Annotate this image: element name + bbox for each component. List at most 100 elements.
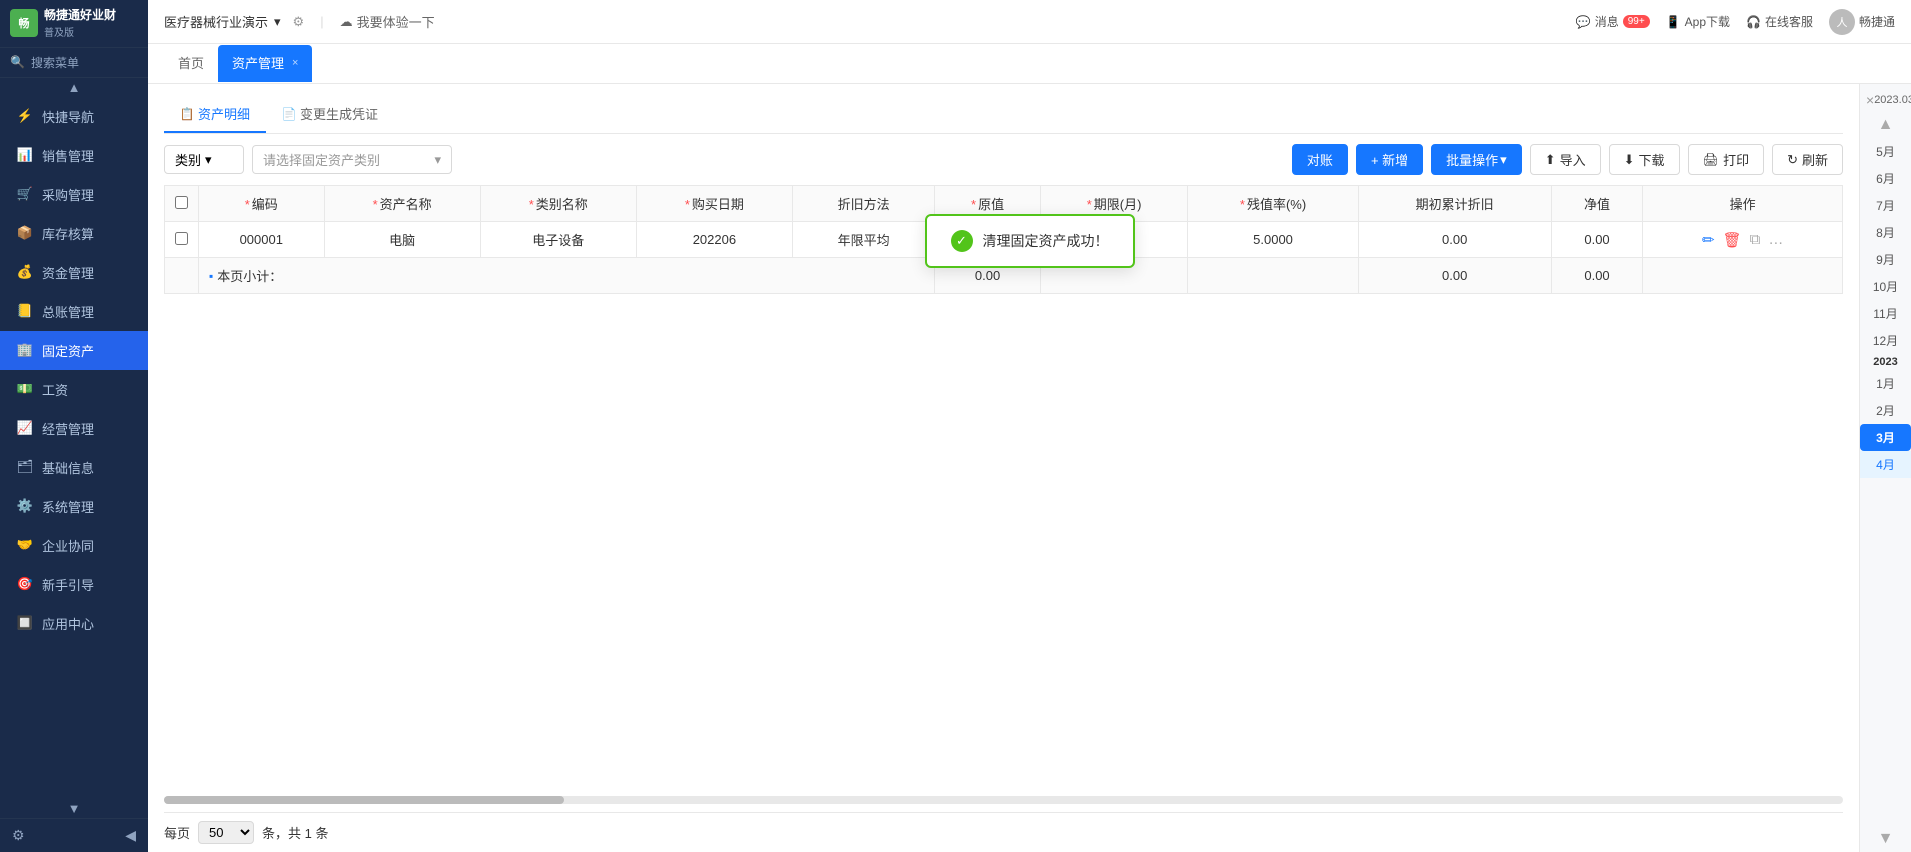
row-depreciation-method: 年限平均 — [792, 222, 934, 258]
sidebar-item-label: 库存核算 — [42, 224, 94, 243]
panel-month-3[interactable]: 3月 — [1860, 424, 1911, 451]
tab-asset-mgmt[interactable]: 资产管理 × — [218, 45, 312, 82]
tab-close-icon[interactable]: × — [292, 57, 298, 69]
app-title: 畅捷通好业财 — [44, 8, 116, 24]
sub-tab-asset-detail[interactable]: 📋 资产明细 — [164, 96, 266, 133]
panel-month-9[interactable]: 9月 — [1860, 246, 1911, 273]
header-checkbox[interactable] — [165, 186, 199, 222]
company-selector[interactable]: 医疗器械行业演示 ▾ — [164, 12, 281, 31]
message-icon: 💬 — [1576, 15, 1591, 29]
sidebar-item-sales[interactable]: 📊 销售管理 — [0, 136, 148, 175]
category-filter[interactable]: 类别 ▾ — [164, 145, 244, 174]
panel-scroll-up[interactable]: ▲ — [1874, 112, 1898, 138]
user-profile[interactable]: 人 畅捷通 — [1829, 9, 1895, 35]
messages-button[interactable]: 💬 消息 99+ — [1576, 13, 1650, 30]
collapse-icon[interactable]: ◀ — [125, 827, 136, 844]
panel-year-divider: 2023 — [1860, 354, 1911, 370]
avatar: 人 — [1829, 9, 1855, 35]
copy-icon[interactable]: ⧉ — [1750, 231, 1761, 248]
right-panel: × 2023.03 ⤢ ▲ 5月 6月 7月 8月 9月 10月 11月 12月… — [1859, 84, 1911, 852]
scroll-up-arrow[interactable]: ▲ — [0, 78, 148, 97]
sidebar-item-label: 快捷导航 — [42, 107, 94, 126]
scroll-down-arrow[interactable]: ▼ — [0, 799, 148, 818]
row-checkbox[interactable] — [175, 232, 188, 245]
sidebar-item-fund[interactable]: 💰 资金管理 — [0, 253, 148, 292]
sidebar-item-guide[interactable]: 🎯 新手引导 — [0, 565, 148, 604]
category-filter-label: 类别 — [175, 150, 201, 169]
settings-icon[interactable]: ⚙ — [12, 827, 25, 844]
panel-month-2[interactable]: 2月 — [1860, 397, 1911, 424]
tab-asset-mgmt-label: 资产管理 — [232, 53, 284, 72]
panel-scroll-down[interactable]: ▼ — [1874, 826, 1898, 852]
header-purchase-date: *购买日期 — [636, 186, 792, 222]
settings-gear-icon[interactable]: ⚙ — [293, 14, 305, 30]
app-title-wrap: 畅捷通好业财 普及版 — [44, 8, 116, 39]
main-area: 医疗器械行业演示 ▾ ⚙ | ☁ 我要体验一下 💬 消息 99+ 📱 App下载… — [148, 0, 1911, 852]
sidebar-nav: ⚡ 快捷导航 📊 销售管理 🛒 采购管理 📦 库存核算 💰 资金管理 📒 总账管… — [0, 97, 148, 799]
new-button[interactable]: + 新增 — [1356, 144, 1423, 175]
panel-close-button[interactable]: × — [1866, 92, 1874, 108]
more-icon[interactable]: … — [1768, 231, 1783, 248]
tab-home[interactable]: 首页 — [164, 45, 218, 82]
sidebar-item-system[interactable]: ⚙️ 系统管理 — [0, 487, 148, 526]
print-label: 打印 — [1723, 150, 1749, 169]
horizontal-scrollbar[interactable] — [164, 788, 1843, 812]
sales-icon: 📊 — [16, 146, 34, 164]
inventory-icon: 📦 — [16, 224, 34, 242]
asset-detail-tab-icon: 📋 — [180, 107, 194, 121]
delete-icon[interactable]: 🗑 — [1723, 231, 1742, 249]
trial-button[interactable]: ☁ 我要体验一下 — [340, 12, 435, 31]
sidebar-search[interactable]: 🔍 搜索菜单 — [0, 48, 148, 78]
batch-dropdown-icon: ▾ — [1500, 152, 1507, 168]
edit-icon[interactable]: ✏ — [1702, 231, 1715, 249]
refresh-button[interactable]: ↻ 刷新 — [1772, 144, 1843, 175]
batch-button[interactable]: 批量操作 ▾ — [1431, 144, 1522, 175]
sidebar-item-label: 工资 — [42, 380, 68, 399]
fund-icon: 💰 — [16, 263, 34, 281]
sidebar-item-operations[interactable]: 📈 经营管理 — [0, 409, 148, 448]
search-icon: 🔍 — [10, 55, 25, 69]
page-content: 📋 资产明细 📄 变更生成凭证 类别 ▾ 请选择固定资产类别 — [148, 84, 1859, 852]
sidebar-item-inventory[interactable]: 📦 库存核算 — [0, 214, 148, 253]
panel-month-8[interactable]: 8月 — [1860, 219, 1911, 246]
import-button[interactable]: ⬆ 导入 — [1530, 144, 1601, 175]
panel-month-1[interactable]: 1月 — [1860, 370, 1911, 397]
panel-month-6[interactable]: 6月 — [1860, 165, 1911, 192]
panel-month-5[interactable]: 5月 — [1860, 138, 1911, 165]
sidebar-item-ledger[interactable]: 📒 总账管理 — [0, 292, 148, 331]
panel-header: × 2023.03 ⤢ — [1860, 88, 1911, 112]
sub-tab-voucher-gen[interactable]: 📄 变更生成凭证 — [266, 96, 394, 133]
sidebar-item-basic-info[interactable]: 🗂 基础信息 — [0, 448, 148, 487]
sidebar-item-fixed-assets[interactable]: 🏢 固定资产 — [0, 331, 148, 370]
sub-tab-asset-detail-label: 资产明细 — [198, 104, 250, 123]
sidebar-item-app-center[interactable]: 🔲 应用中心 — [0, 604, 148, 643]
sidebar-item-quick-nav[interactable]: ⚡ 快捷导航 — [0, 97, 148, 136]
sidebar-item-label: 系统管理 — [42, 497, 94, 516]
panel-month-11[interactable]: 11月 — [1860, 300, 1911, 327]
asset-category-input[interactable]: 请选择固定资产类别 ▾ — [252, 145, 452, 174]
toolbar: 类别 ▾ 请选择固定资产类别 ▾ 对账 + 新增 — [164, 144, 1843, 175]
salary-icon: 💵 — [16, 380, 34, 398]
customer-service-button[interactable]: 🎧 在线客服 — [1746, 13, 1813, 30]
toolbar-left: 类别 ▾ 请选择固定资产类别 ▾ — [164, 145, 452, 174]
panel-month-7[interactable]: 7月 — [1860, 192, 1911, 219]
select-all-checkbox[interactable] — [175, 196, 188, 209]
quick-nav-icon: ⚡ — [16, 107, 34, 125]
panel-month-12[interactable]: 12月 — [1860, 327, 1911, 354]
download-button[interactable]: ⬇ 下载 — [1609, 144, 1680, 175]
panel-month-4[interactable]: 4月 — [1860, 451, 1911, 478]
operations-icon: 📈 — [16, 419, 34, 437]
sidebar-item-purchase[interactable]: 🛒 采购管理 — [0, 175, 148, 214]
row-checkbox-cell[interactable] — [165, 222, 199, 258]
sidebar-item-salary[interactable]: 💵 工资 — [0, 370, 148, 409]
app-logo: 畅 — [10, 9, 38, 37]
per-page-select[interactable]: 10 20 50 100 — [198, 821, 254, 844]
sidebar-item-enterprise[interactable]: 🤝 企业协同 — [0, 526, 148, 565]
app-download-button[interactable]: 📱 App下载 — [1666, 13, 1730, 30]
post-button[interactable]: 对账 — [1292, 144, 1348, 175]
panel-month-10[interactable]: 10月 — [1860, 273, 1911, 300]
topbar-right: 💬 消息 99+ 📱 App下载 🎧 在线客服 人 畅捷通 — [1576, 9, 1895, 35]
import-label: 导入 — [1560, 150, 1586, 169]
print-button[interactable]: 🖨 打印 — [1688, 144, 1765, 175]
batch-label: 批量操作 — [1446, 150, 1498, 169]
